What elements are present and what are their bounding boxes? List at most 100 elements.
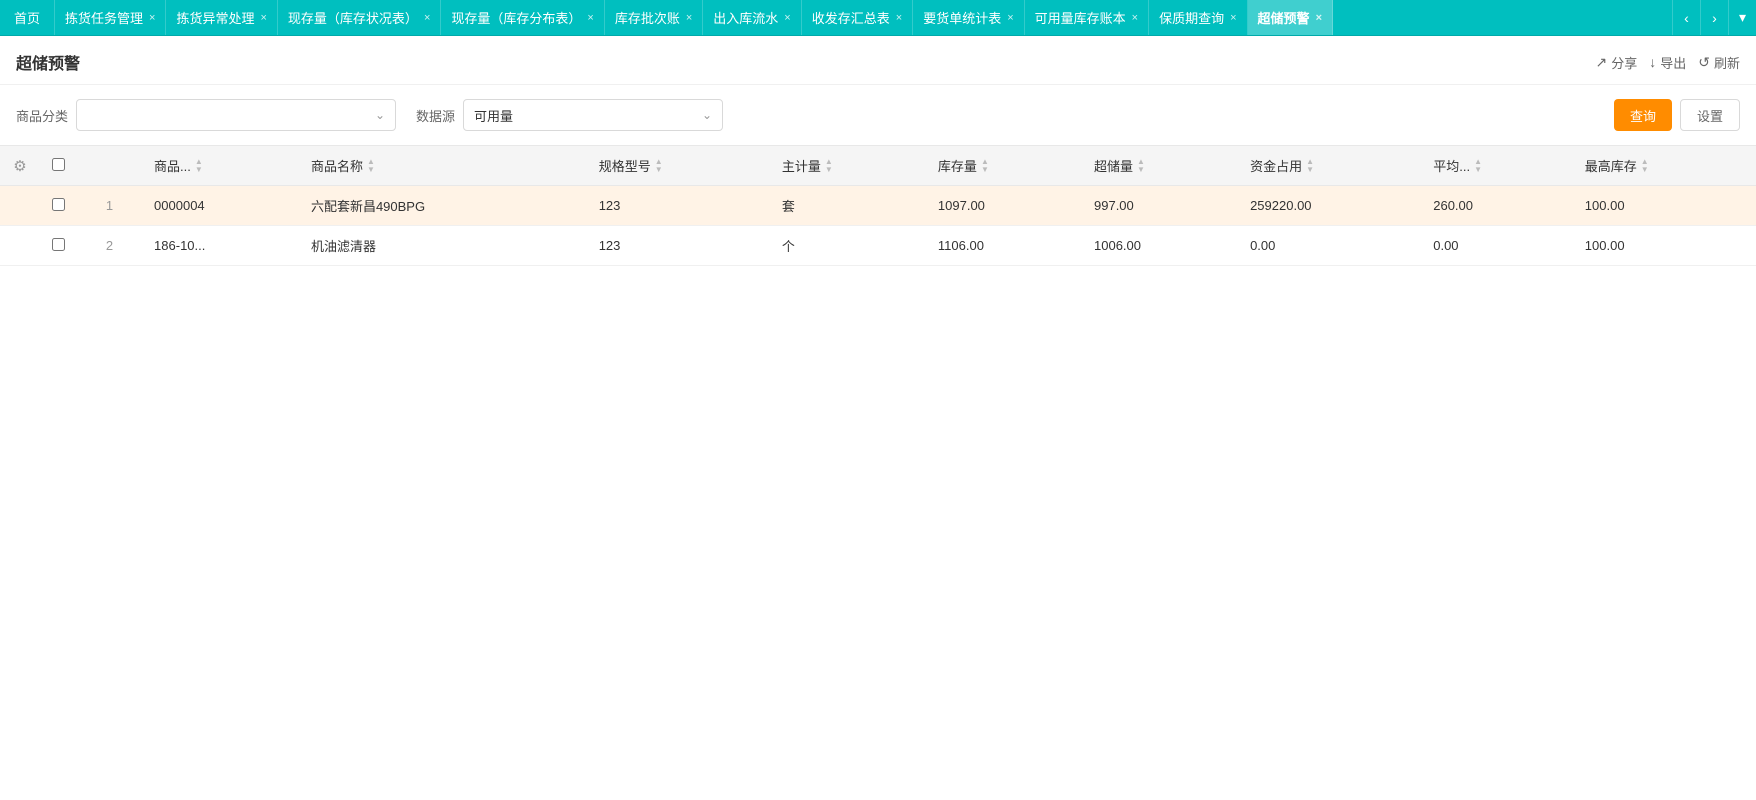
- tab-close-overstock-warning[interactable]: ×: [1316, 12, 1322, 24]
- row-checkbox-cell[interactable]: [40, 226, 77, 266]
- row-unit: 个: [770, 226, 926, 266]
- row-gear: [0, 186, 40, 226]
- sort-icon-over: ▲▼: [1137, 158, 1145, 174]
- row-stock: 1106.00: [926, 226, 1082, 266]
- col-header-capital[interactable]: 资金占用 ▲▼: [1238, 146, 1421, 186]
- tab-order-stats[interactable]: 要货单统计表 ×: [913, 0, 1024, 36]
- nav-arrow-right[interactable]: ›: [1700, 0, 1728, 36]
- tab-overstock-warning[interactable]: 超储预警 ×: [1248, 0, 1333, 36]
- sort-icon-capital: ▲▼: [1306, 158, 1314, 174]
- export-button[interactable]: ↓ 导出: [1649, 53, 1686, 72]
- tab-close-inout-flow[interactable]: ×: [784, 12, 790, 24]
- tab-inventory-dist[interactable]: 现存量（库存分布表） ×: [441, 0, 604, 36]
- row-unit: 套: [770, 186, 926, 226]
- gear-icon[interactable]: ⚙: [13, 158, 26, 175]
- datasource-select-arrow: ⌄: [702, 108, 712, 122]
- query-button[interactable]: 查询: [1614, 99, 1672, 131]
- table-row[interactable]: 2 186-10... 机油滤清器 123 个 1106.00 1006.00 …: [0, 226, 1756, 266]
- sort-icon-unit: ▲▼: [825, 158, 833, 174]
- col-header-spec[interactable]: 规格型号 ▲▼: [587, 146, 770, 186]
- nav-arrow-more[interactable]: ▾: [1728, 0, 1756, 36]
- filter-group-datasource: 数据源 可用量 ⌄: [416, 99, 723, 131]
- row-checkbox[interactable]: [52, 198, 65, 211]
- row-over: 997.00: [1082, 186, 1238, 226]
- row-stock: 1097.00: [926, 186, 1082, 226]
- col-gear: ⚙: [0, 146, 40, 186]
- page-content: 超储预警 ↗ 分享 ↓ 导出 ↺ 刷新 商品分类 ⌄ 数据源: [0, 36, 1756, 800]
- tab-close-available-account[interactable]: ×: [1132, 12, 1138, 24]
- tab-close-pick-task[interactable]: ×: [149, 12, 155, 24]
- row-max: 100.00: [1573, 186, 1756, 226]
- share-button[interactable]: ↗ 分享: [1595, 53, 1637, 72]
- tab-close-inventory-dist[interactable]: ×: [587, 12, 593, 24]
- tab-pick-exception[interactable]: 拣货异常处理 ×: [166, 0, 277, 36]
- nav-arrows: ‹ › ▾: [1672, 0, 1756, 36]
- col-header-code[interactable]: 商品... ▲▼: [142, 146, 299, 186]
- sort-icon-stock: ▲▼: [981, 158, 989, 174]
- top-nav: 首页 拣货任务管理 × 拣货异常处理 × 现存量（库存状况表） × 现存量（库存…: [0, 0, 1756, 36]
- row-capital: 259220.00: [1238, 186, 1421, 226]
- row-spec: 123: [587, 226, 770, 266]
- category-select-arrow: ⌄: [375, 108, 385, 122]
- tab-close-inventory-status[interactable]: ×: [424, 12, 430, 24]
- col-header-stock[interactable]: 库存量 ▲▼: [926, 146, 1082, 186]
- tab-close-pick-exception[interactable]: ×: [260, 12, 266, 24]
- sort-icon-max: ▲▼: [1641, 158, 1649, 174]
- page-actions: ↗ 分享 ↓ 导出 ↺ 刷新: [1595, 53, 1740, 72]
- filter-buttons: 查询 设置: [1614, 99, 1740, 131]
- tab-inout-flow[interactable]: 出入库流水 ×: [703, 0, 801, 36]
- col-header-max[interactable]: 最高库存 ▲▼: [1573, 146, 1756, 186]
- row-code: 186-10...: [142, 226, 299, 266]
- row-code: 0000004: [142, 186, 299, 226]
- row-name: 机油滤清器: [299, 226, 587, 266]
- category-label: 商品分类: [16, 106, 68, 125]
- row-checkbox[interactable]: [52, 238, 65, 251]
- datasource-select-value: 可用量: [474, 106, 513, 125]
- row-index: 2: [77, 226, 142, 266]
- tab-close-receive-summary[interactable]: ×: [896, 12, 902, 24]
- row-avg: 260.00: [1421, 186, 1573, 226]
- col-header-over[interactable]: 超储量 ▲▼: [1082, 146, 1238, 186]
- table-body: 1 0000004 六配套新昌490BPG 123 套 1097.00 997.…: [0, 186, 1756, 266]
- settings-button[interactable]: 设置: [1680, 99, 1740, 131]
- col-header-unit[interactable]: 主计量 ▲▼: [770, 146, 926, 186]
- tab-batch-account[interactable]: 库存批次账 ×: [605, 0, 703, 36]
- sort-icon-name: ▲▼: [367, 158, 375, 174]
- row-name: 六配套新昌490BPG: [299, 186, 587, 226]
- row-spec: 123: [587, 186, 770, 226]
- tab-inventory-status[interactable]: 现存量（库存状况表） ×: [278, 0, 441, 36]
- tab-close-batch-account[interactable]: ×: [686, 12, 692, 24]
- tab-expiry-query[interactable]: 保质期查询 ×: [1149, 0, 1247, 36]
- row-over: 1006.00: [1082, 226, 1238, 266]
- overstock-table: ⚙ 商品... ▲▼ 商品名称: [0, 145, 1756, 266]
- row-max: 100.00: [1573, 226, 1756, 266]
- tab-pick-task[interactable]: 拣货任务管理 ×: [55, 0, 166, 36]
- tab-close-order-stats[interactable]: ×: [1007, 12, 1013, 24]
- row-checkbox-cell[interactable]: [40, 186, 77, 226]
- tab-receive-summary[interactable]: 收发存汇总表 ×: [802, 0, 913, 36]
- sort-icon-code: ▲▼: [195, 158, 203, 174]
- nav-arrow-left[interactable]: ‹: [1672, 0, 1700, 36]
- refresh-icon: ↺: [1698, 54, 1710, 71]
- table-container: ⚙ 商品... ▲▼ 商品名称: [0, 145, 1756, 266]
- row-avg: 0.00: [1421, 226, 1573, 266]
- select-all-checkbox[interactable]: [52, 158, 65, 171]
- export-icon: ↓: [1649, 54, 1656, 70]
- col-header-name[interactable]: 商品名称 ▲▼: [299, 146, 587, 186]
- category-select[interactable]: ⌄: [76, 99, 396, 131]
- table-header: ⚙ 商品... ▲▼ 商品名称: [0, 146, 1756, 186]
- sort-icon-avg: ▲▼: [1474, 158, 1482, 174]
- row-capital: 0.00: [1238, 226, 1421, 266]
- refresh-button[interactable]: ↺ 刷新: [1698, 53, 1740, 72]
- col-header-index: [77, 146, 142, 186]
- share-icon: ↗: [1595, 54, 1607, 71]
- tab-available-account[interactable]: 可用量库存账本 ×: [1025, 0, 1149, 36]
- tab-close-expiry-query[interactable]: ×: [1230, 12, 1236, 24]
- page-header: 超储预警 ↗ 分享 ↓ 导出 ↺ 刷新: [0, 36, 1756, 85]
- datasource-select[interactable]: 可用量 ⌄: [463, 99, 723, 131]
- nav-home[interactable]: 首页: [0, 0, 55, 36]
- col-header-avg[interactable]: 平均... ▲▼: [1421, 146, 1573, 186]
- table-row[interactable]: 1 0000004 六配套新昌490BPG 123 套 1097.00 997.…: [0, 186, 1756, 226]
- filter-area: 商品分类 ⌄ 数据源 可用量 ⌄ 查询 设置: [0, 85, 1756, 145]
- sort-icon-spec: ▲▼: [655, 158, 663, 174]
